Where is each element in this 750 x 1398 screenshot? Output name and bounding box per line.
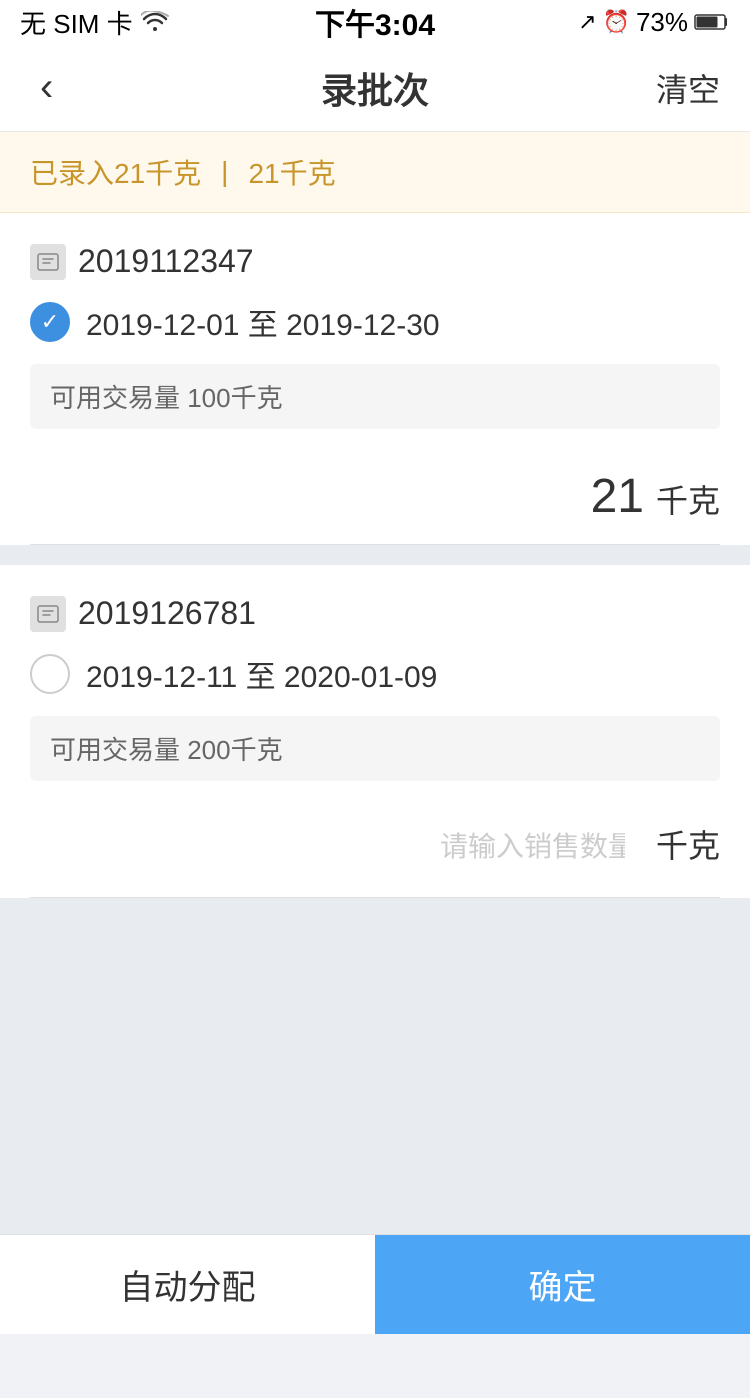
batch-2-date: 2019-12-11 至 2020-01-09 — [86, 652, 437, 696]
batch-card-1: 2019112347 ✓ 2019-12-01 至 2019-12-30 可用交… — [0, 213, 750, 545]
alarm-icon: ⏰ — [603, 9, 630, 35]
check-icon: ✓ — [41, 309, 59, 335]
batch-1-id: 2019112347 — [78, 243, 254, 280]
content-area: 已录入21千克 | 21千克 2019112347 ✓ 2019-12-01 至 — [0, 132, 750, 1398]
wifi-icon — [141, 7, 169, 38]
batch-1-qty-number: 21 — [591, 469, 644, 524]
battery-text: 73% — [636, 7, 688, 38]
total-value: 21千克 — [248, 152, 335, 192]
auto-distribute-button[interactable]: 自动分配 — [0, 1235, 375, 1334]
batch-2-available: 可用交易量 200千克 — [30, 716, 720, 781]
status-bar: 无 SIM 卡 下午3:04 ↗ ⏰ 73% — [0, 0, 750, 44]
batch-2-quantity-input[interactable] — [440, 823, 640, 865]
batch-card-2: 2019126781 2019-12-11 至 2020-01-09 可用交易量… — [0, 565, 750, 898]
batch-1-icon — [30, 244, 66, 280]
batch-1-radio[interactable]: ✓ — [30, 302, 70, 342]
batch-2-radio[interactable] — [30, 654, 70, 694]
bottom-bar: 自动分配 确定 — [0, 1234, 750, 1334]
status-time: 下午3:04 — [315, 0, 435, 44]
status-right: ↗ ⏰ 73% — [578, 7, 730, 38]
clear-button[interactable]: 清空 — [656, 65, 720, 111]
back-button[interactable]: ‹ — [30, 55, 63, 120]
battery-icon — [694, 7, 730, 38]
batch-1-quantity-display: 21 千克 — [0, 449, 750, 544]
location-icon: ↗ — [578, 9, 596, 35]
batch-2-input-row: 千克 — [0, 801, 750, 897]
section-divider-1 — [0, 545, 750, 565]
summary-divider: | — [221, 156, 228, 188]
summary-banner: 已录入21千克 | 21千克 — [0, 132, 750, 213]
page-title: 录批次 — [321, 62, 429, 114]
batch-2-id: 2019126781 — [78, 595, 256, 632]
batch-1-date: 2019-12-01 至 2019-12-30 — [86, 300, 440, 344]
confirm-button[interactable]: 确定 — [375, 1235, 750, 1334]
nav-bar: ‹ 录批次 清空 — [0, 44, 750, 132]
batch-1-qty-unit: 千克 — [656, 476, 720, 522]
recorded-label: 已录入21千克 — [30, 152, 201, 192]
batch-1-available: 可用交易量 100千克 — [30, 364, 720, 429]
status-left: 无 SIM 卡 — [20, 4, 169, 41]
carrier-text: 无 SIM 卡 — [20, 4, 133, 41]
batch-2-header: 2019126781 — [0, 565, 750, 642]
batch-2-unit: 千克 — [656, 821, 720, 867]
batch-1-header: 2019112347 — [0, 213, 750, 290]
batch-2-icon — [30, 596, 66, 632]
batch-1-date-row[interactable]: ✓ 2019-12-01 至 2019-12-30 — [0, 290, 750, 354]
batch-2-date-row[interactable]: 2019-12-11 至 2020-01-09 — [0, 642, 750, 706]
